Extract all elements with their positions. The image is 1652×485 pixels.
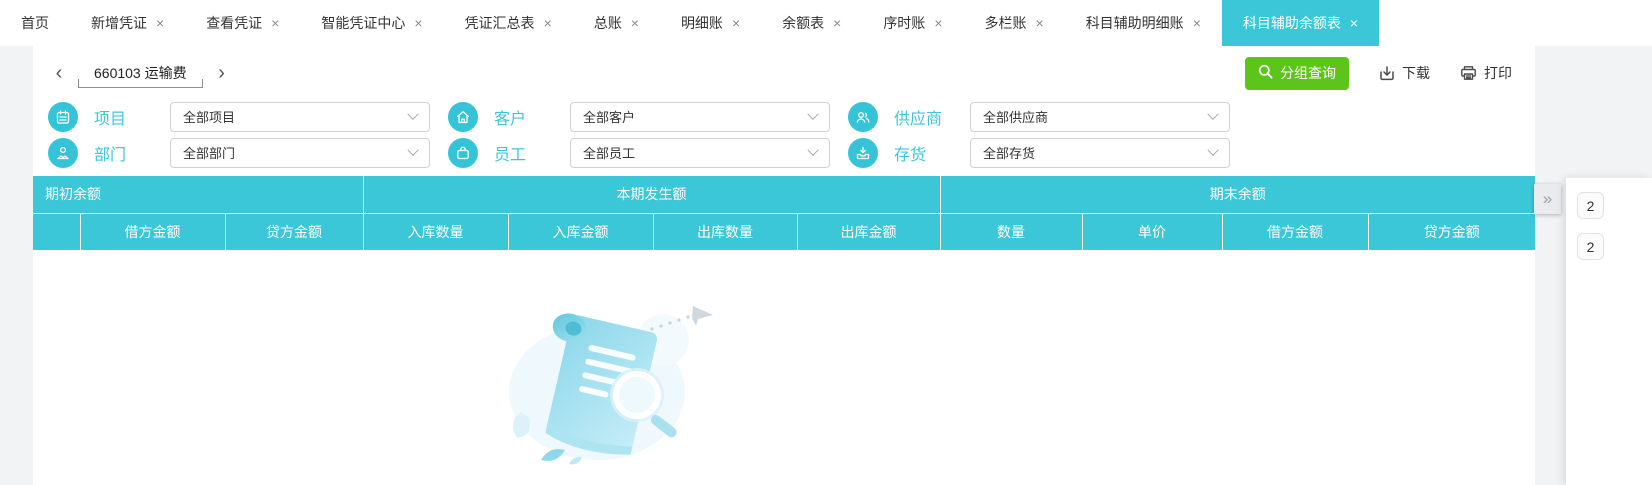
download-button[interactable]: 下载 [1379,63,1430,83]
tab-home[interactable]: 首页 [0,0,70,46]
filter-label: 供应商 [894,110,943,128]
print-icon [1460,65,1477,81]
chevron-down-icon [1207,108,1219,120]
close-icon[interactable]: × [833,15,841,31]
column-header-inbound-qty: 入库数量 [362,213,509,250]
column-header-qty: 数量 [939,213,1083,250]
balance-table: 期初余额 本期发生额 期末余额 借方金额 贷方金额 入库数量 入库金额 出库数量… [33,176,1536,483]
row-number-badge: 2 [1577,192,1604,219]
tab-new-voucher[interactable]: 新增凭证 × [70,0,185,46]
tab-multi-column-ledger[interactable]: 多栏账 × [964,0,1065,46]
project-select[interactable]: 全部项目 [170,101,430,132]
supplier-icon [848,101,878,132]
group-query-button[interactable]: 分组查询 [1245,56,1349,90]
close-icon[interactable]: × [1350,15,1358,31]
close-icon[interactable]: × [1036,15,1044,31]
close-icon[interactable]: × [544,15,552,31]
chevron-down-icon [807,144,819,156]
group-header-ending-balance: 期末余额 [939,176,1536,214]
table-column-header-row: 借方金额 贷方金额 入库数量 入库金额 出库数量 出库金额 数量 单价 借方金额… [33,213,1536,250]
filter-department: 部门 全部部门 [48,137,448,168]
tab-subject-aux-detail[interactable]: 科目辅助明细账 × [1065,0,1222,46]
column-header-outbound-qty: 出库数量 [652,213,798,250]
employee-select[interactable]: 全部员工 [570,137,830,168]
column-header-ending-debit-amount: 借方金额 [1221,213,1369,250]
filter-label: 部门 [94,146,127,164]
group-header-opening-balance: 期初余额 [33,176,364,214]
print-button[interactable]: 打印 [1460,63,1512,83]
inventory-select[interactable]: 全部存货 [970,137,1230,168]
empty-state-illustration [485,292,717,470]
close-icon[interactable]: × [414,15,422,31]
tab-balance-sheet[interactable]: 余额表 × [761,0,862,46]
tab-smart-voucher-center[interactable]: 智能凭证中心 × [300,0,443,46]
current-subject-label: 660103 运输费 [78,58,203,88]
department-select[interactable]: 全部部门 [170,137,430,168]
filter-inventory: 存货 全部存货 [848,137,1520,168]
chevron-down-icon [407,144,419,156]
customer-select[interactable]: 全部客户 [570,101,830,132]
tab-view-voucher[interactable]: 查看凭证 × [185,0,300,46]
prev-subject-button[interactable]: ‹ [48,63,70,83]
project-icon [48,101,78,132]
toolbar: ‹ 660103 运输费 › 分组查询 下载 打印 [33,46,1535,100]
paper-plane-icon [692,306,713,326]
filter-panel: 项目 全部项目 客户 全部客户 供应商 全部供应商 部门 全部部门 员工 全部员… [33,100,1535,176]
employee-icon [448,137,478,168]
column-header-unit-price: 单价 [1081,213,1223,250]
tab-general-ledger[interactable]: 总账 × [573,0,660,46]
column-header-inbound-amount: 入库金额 [507,213,654,250]
filter-label: 客户 [494,110,527,128]
filter-project: 项目 全部项目 [48,101,448,132]
expand-columns-button[interactable]: » [1534,184,1561,214]
empty-body-row [33,250,1536,483]
customer-icon [448,101,478,132]
supplier-select[interactable]: 全部供应商 [970,101,1230,132]
frozen-side-panel: 2 2 [1566,178,1652,485]
column-header-empty [33,213,80,250]
project-select-value: 全部项目 [183,110,236,125]
inventory-icon [848,137,878,168]
filter-supplier: 供应商 全部供应商 [848,101,1520,132]
chevron-down-icon [807,108,819,120]
column-header-ending-credit-amount: 贷方金额 [1367,213,1536,250]
tab-journal[interactable]: 序时账 × [862,0,963,46]
department-icon [48,137,78,168]
employee-select-value: 全部员工 [583,146,636,161]
supplier-select-value: 全部供应商 [983,110,1049,125]
filter-customer: 客户 全部客户 [448,101,848,132]
close-icon[interactable]: × [271,15,279,31]
search-icon [1258,64,1273,82]
close-icon[interactable]: × [934,15,942,31]
filter-label: 员工 [494,146,527,164]
filter-label: 存货 [894,146,927,164]
column-header-credit-amount: 贷方金额 [224,213,364,250]
filter-employee: 员工 全部员工 [448,137,848,168]
toolbar-actions: 分组查询 下载 打印 [1245,56,1520,90]
content-card: ‹ 660103 运输费 › 分组查询 下载 打印 项目 全部项目 客户 全部客… [33,46,1536,485]
chevron-down-icon [1207,144,1219,156]
tab-subject-aux-balance[interactable]: 科目辅助余额表 × [1221,0,1380,46]
column-header-outbound-amount: 出库金额 [796,213,941,250]
table-group-header-row: 期初余额 本期发生额 期末余额 [33,176,1536,214]
group-header-current-period: 本期发生额 [362,176,941,214]
column-header-debit-amount: 借方金额 [79,213,225,250]
tab-detail-ledger[interactable]: 明细账 × [660,0,761,46]
close-icon[interactable]: × [156,15,164,31]
close-icon[interactable]: × [1193,15,1201,31]
tab-voucher-summary[interactable]: 凭证汇总表 × [444,0,573,46]
department-select-value: 全部部门 [183,146,236,161]
tab-bar: 首页 新增凭证 × 查看凭证 × 智能凭证中心 × 凭证汇总表 × 总账 × 明细账 × 余… [0,0,1652,46]
download-icon [1379,65,1395,81]
chevron-down-icon [407,108,419,120]
next-subject-button[interactable]: › [211,63,233,83]
close-icon[interactable]: × [732,15,740,31]
row-number-badge: 2 [1577,233,1604,260]
customer-select-value: 全部客户 [583,110,636,125]
close-icon[interactable]: × [631,15,639,31]
inventory-select-value: 全部存货 [983,146,1036,161]
filter-label: 项目 [94,110,127,128]
